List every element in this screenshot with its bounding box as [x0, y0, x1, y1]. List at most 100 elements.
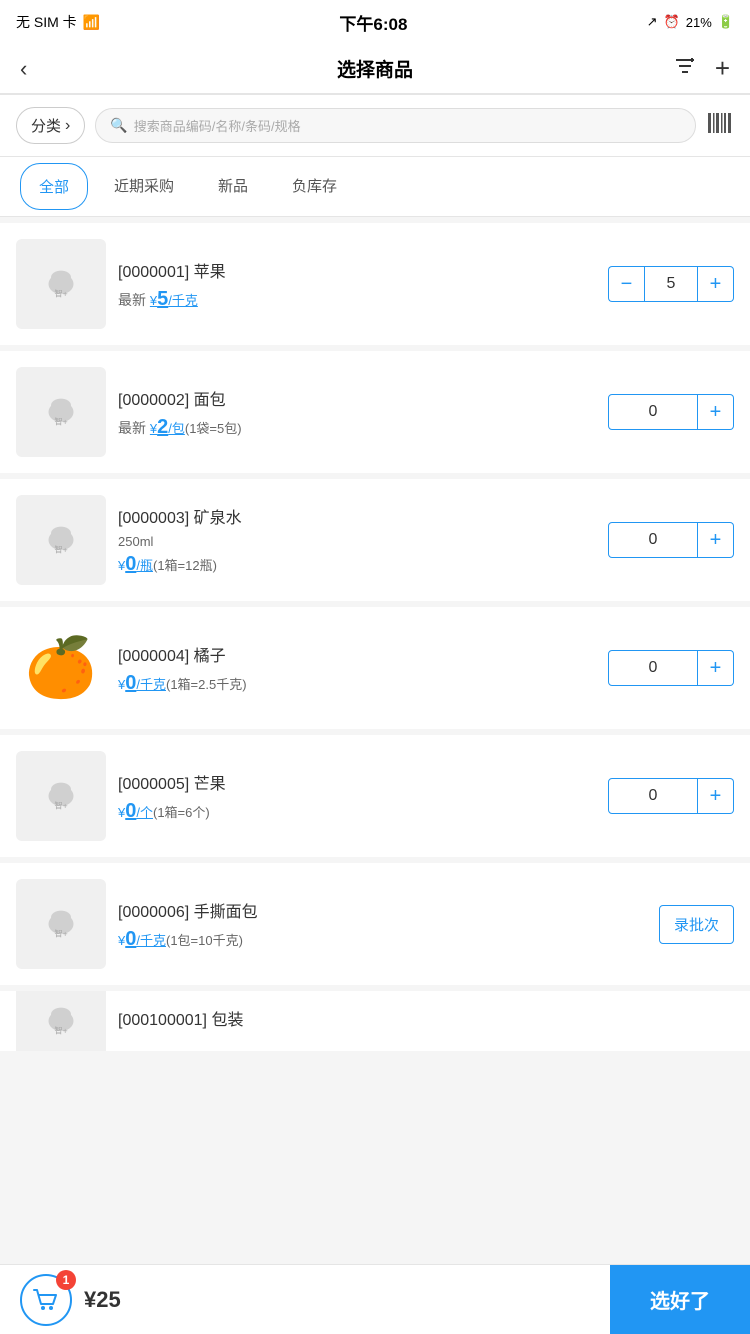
nav-bar: ‹ 选择商品 +: [0, 44, 750, 94]
product-info: [000100001] 包装: [118, 1006, 734, 1036]
page-title: 选择商品: [337, 55, 413, 82]
alarm-icon: ⏰: [664, 14, 680, 30]
svg-text:智+: 智+: [54, 417, 67, 427]
product-image: 智+: [16, 239, 106, 329]
qty-plus-button[interactable]: +: [698, 650, 734, 686]
product-item: 智+ [0000006] 手撕面包 ¥0/千克(1包=10千克) 录批次: [0, 863, 750, 985]
product-name: [000100001] 包装: [118, 1006, 734, 1030]
wifi-icon: 📶: [83, 14, 100, 31]
barcode-button[interactable]: [706, 109, 734, 143]
cart-section: 1 ¥25: [0, 1274, 610, 1326]
product-name: [0000003] 矿泉水: [118, 504, 596, 528]
product-price: 最新 ¥2/包(1袋=5包): [118, 416, 596, 439]
qty-plus-button[interactable]: +: [698, 266, 734, 302]
filter-bar: 分类 › 🔍 搜索商品编码/名称/条码/规格: [0, 95, 750, 156]
qty-minus-button[interactable]: −: [608, 266, 644, 302]
status-bar: 无 SIM 卡 📶 下午6:08 ↗ ⏰ 21% 🔋: [0, 0, 750, 44]
svg-text:智+: 智+: [54, 1026, 67, 1036]
product-name: [0000004] 橘子: [118, 642, 596, 666]
product-name: [0000001] 苹果: [118, 258, 596, 282]
qty-control: +: [608, 778, 734, 814]
product-image: 智+: [16, 991, 106, 1051]
batch-button[interactable]: 录批次: [659, 905, 734, 944]
tab-new-label: 新品: [218, 178, 248, 195]
category-button[interactable]: 分类 ›: [16, 107, 85, 144]
search-placeholder: 搜索商品编码/名称/条码/规格: [134, 116, 301, 135]
product-info: [0000003] 矿泉水 250ml ¥0/瓶(1箱=12瓶): [118, 504, 596, 576]
product-image: 🍊: [16, 623, 106, 713]
tab-all-label: 全部: [39, 179, 69, 196]
qty-control: − +: [608, 266, 734, 302]
product-image: 智+: [16, 367, 106, 457]
qty-control: +: [608, 650, 734, 686]
tab-recent-label: 近期采购: [114, 178, 174, 195]
qty-plus-button[interactable]: +: [698, 778, 734, 814]
status-time: 下午6:08: [339, 10, 407, 35]
sim-status: 无 SIM 卡: [16, 12, 77, 32]
qty-plus-button[interactable]: +: [698, 522, 734, 558]
svg-text:智+: 智+: [54, 545, 67, 555]
product-info: [0000004] 橘子 ¥0/千克(1箱=2.5千克): [118, 642, 596, 695]
price-label: 最新: [118, 292, 146, 308]
tab-recent[interactable]: 近期采购: [96, 163, 192, 210]
cart-button[interactable]: 1: [20, 1274, 72, 1326]
qty-control: +: [608, 522, 734, 558]
svg-text:智+: 智+: [54, 801, 67, 811]
qty-input[interactable]: [608, 394, 698, 430]
product-price: 最新 ¥5/千克: [118, 288, 596, 311]
price-value: 5: [157, 288, 168, 310]
product-info: [0000001] 苹果 最新 ¥5/千克: [118, 258, 596, 311]
status-right: ↗ ⏰ 21% 🔋: [647, 14, 734, 30]
filter-icon[interactable]: [673, 54, 697, 84]
product-name: [0000005] 芒果: [118, 770, 596, 794]
location-icon: ↗: [647, 14, 658, 30]
confirm-button[interactable]: 选好了: [610, 1265, 750, 1334]
svg-text:智+: 智+: [54, 929, 67, 939]
cart-badge: 1: [56, 1270, 76, 1290]
category-label: 分类: [31, 115, 61, 136]
product-image: 智+: [16, 495, 106, 585]
product-item: 智+ [0000002] 面包 最新 ¥2/包(1袋=5包) +: [0, 351, 750, 473]
product-item: 智+ [000100001] 包装: [0, 991, 750, 1051]
product-image: 智+: [16, 879, 106, 969]
qty-plus-button[interactable]: +: [698, 394, 734, 430]
search-box[interactable]: 🔍 搜索商品编码/名称/条码/规格: [95, 108, 696, 143]
qty-control: +: [608, 394, 734, 430]
product-name: [0000002] 面包: [118, 386, 596, 410]
product-name: [0000006] 手撕面包: [118, 898, 647, 922]
product-image: 智+: [16, 751, 106, 841]
search-icon: 🔍: [110, 117, 127, 134]
product-list: 智+ [0000001] 苹果 最新 ¥5/千克 − + 智+: [0, 223, 750, 1137]
qty-input[interactable]: [608, 522, 698, 558]
product-item: 智+ [0000003] 矿泉水 250ml ¥0/瓶(1箱=12瓶) +: [0, 479, 750, 601]
price-unit: /千克: [168, 293, 198, 308]
nav-actions: +: [673, 53, 730, 84]
product-price: ¥0/千克(1包=10千克): [118, 928, 647, 951]
qty-input[interactable]: [644, 266, 698, 302]
tab-negative[interactable]: 负库存: [274, 163, 355, 210]
tab-new[interactable]: 新品: [200, 163, 266, 210]
status-left: 无 SIM 卡 📶: [16, 12, 100, 32]
product-info: [0000005] 芒果 ¥0/个(1箱=6个): [118, 770, 596, 823]
product-info: [0000002] 面包 最新 ¥2/包(1袋=5包): [118, 386, 596, 439]
cart-total: ¥25: [84, 1287, 121, 1313]
tab-all[interactable]: 全部: [20, 163, 88, 210]
product-info: [0000006] 手撕面包 ¥0/千克(1包=10千克): [118, 898, 647, 951]
back-button[interactable]: ‹: [20, 56, 27, 82]
tab-negative-label: 负库存: [292, 178, 337, 195]
qty-input[interactable]: [608, 650, 698, 686]
product-price: ¥0/千克(1箱=2.5千克): [118, 672, 596, 695]
battery-icon: 🔋: [718, 14, 734, 30]
product-item: 🍊 [0000004] 橘子 ¥0/千克(1箱=2.5千克) +: [0, 607, 750, 729]
product-price: ¥0/瓶(1箱=12瓶): [118, 553, 596, 576]
svg-text:智+: 智+: [54, 289, 67, 299]
bottom-bar: 1 ¥25 选好了: [0, 1264, 750, 1334]
add-button[interactable]: +: [715, 53, 730, 84]
battery-level: 21%: [686, 15, 712, 30]
product-item: 智+ [0000005] 芒果 ¥0/个(1箱=6个) +: [0, 735, 750, 857]
product-item: 智+ [0000001] 苹果 最新 ¥5/千克 − +: [0, 223, 750, 345]
product-spec: 250ml: [118, 534, 596, 549]
category-chevron: ›: [65, 117, 70, 135]
qty-input[interactable]: [608, 778, 698, 814]
product-price: ¥0/个(1箱=6个): [118, 800, 596, 823]
